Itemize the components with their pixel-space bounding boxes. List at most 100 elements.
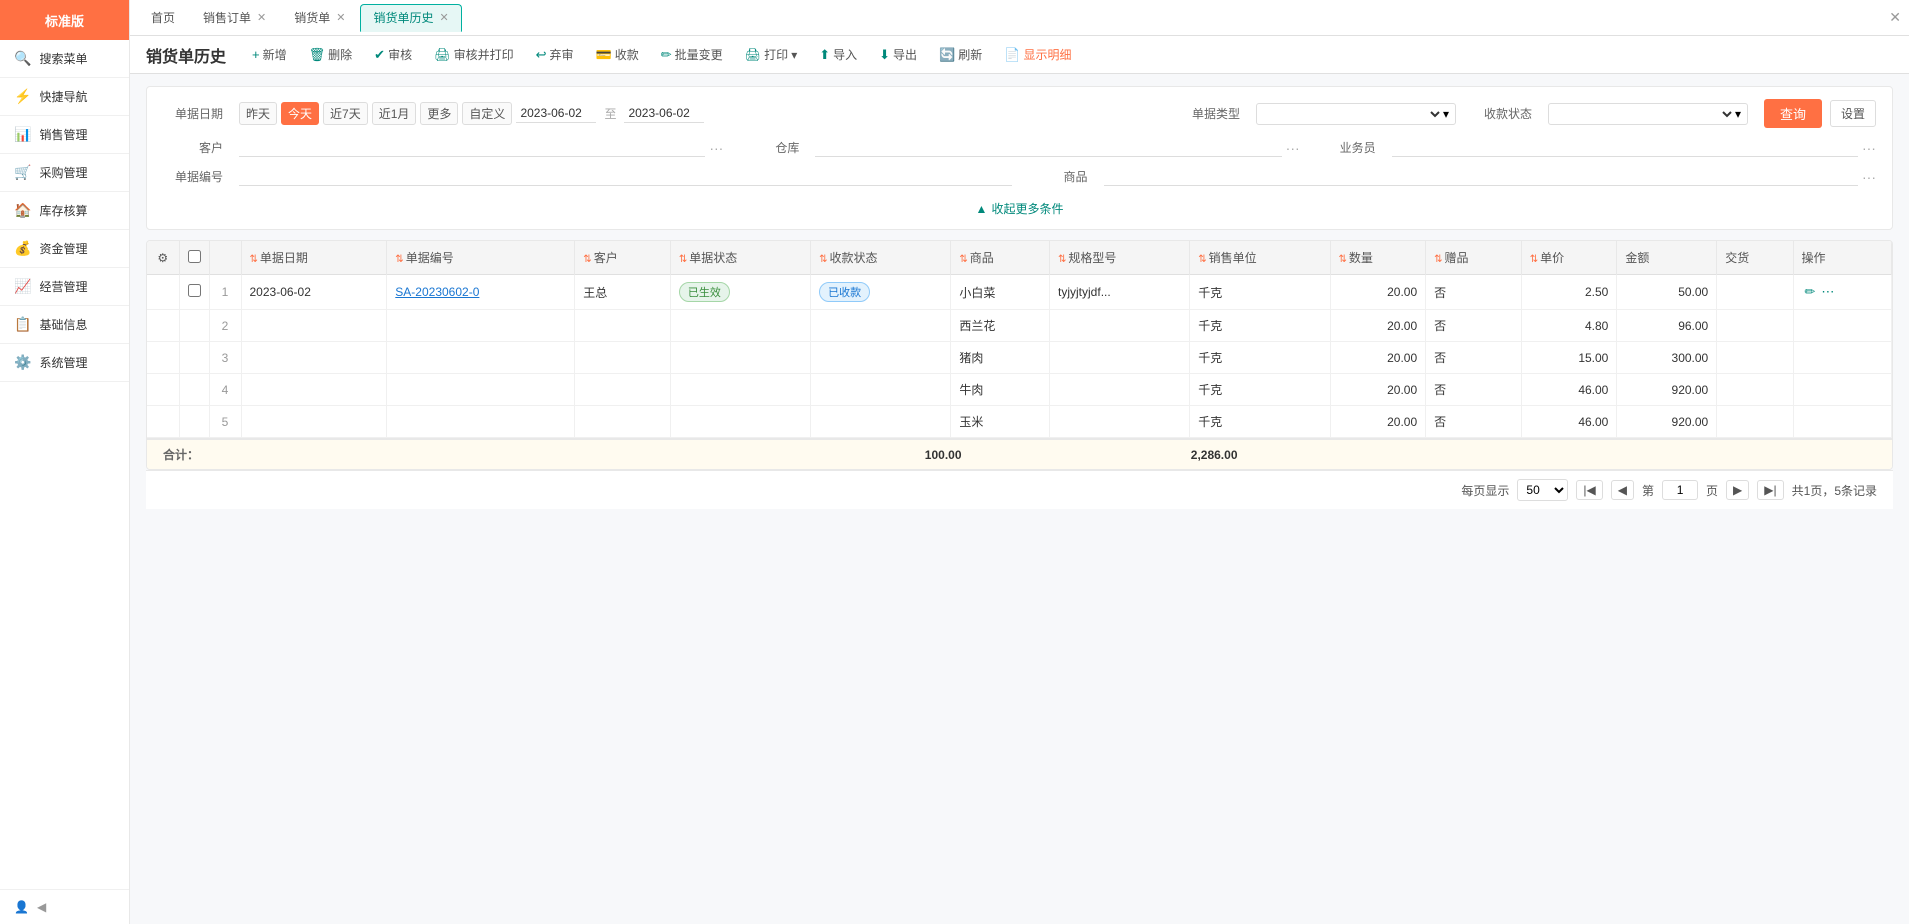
tab-close-all[interactable]: ✕ [1889,9,1901,26]
pay-status-select[interactable] [1555,106,1735,122]
last-page-button[interactable]: ▶| [1757,480,1783,500]
row-checkbox[interactable] [179,374,209,406]
col-gear[interactable]: ⚙ [147,241,179,275]
col-pay-status[interactable]: ⇅收款状态 [811,241,951,275]
tab-sales-order[interactable]: 销售订单 ✕ [190,4,279,32]
import-button[interactable]: ⬆ 导入 [811,42,865,67]
col-date[interactable]: ⇅单据日期 [241,241,387,275]
doc-type-select-wrapper[interactable]: ▾ [1256,103,1456,125]
sidebar-item-biz-mgmt[interactable]: 📈 经营管理 [0,268,129,306]
row-no: 3 [209,342,241,374]
sidebar-item-quick-nav[interactable]: ⚡ 快捷导航 [0,78,129,116]
sort-spec-icon: ⇅ [1058,254,1066,265]
edit-action[interactable]: ✏ [1802,284,1819,299]
new-button[interactable]: + 新增 [244,42,295,67]
col-customer[interactable]: ⇅客户 [575,241,671,275]
col-gift[interactable]: ⇅赠品 [1426,241,1522,275]
date-btn-more[interactable]: 更多 [420,102,458,125]
date-from-input[interactable] [516,104,596,123]
sidebar-item-search-menu[interactable]: 🔍 搜索菜单 [0,40,129,78]
warehouse-dots[interactable]: ··· [1286,140,1300,156]
query-button[interactable]: 查询 [1764,99,1822,128]
col-goods[interactable]: ⇅商品 [951,241,1050,275]
row-doc-no[interactable] [387,406,575,438]
row-checkbox[interactable] [179,275,209,310]
sidebar-item-purchase-mgmt[interactable]: 🛒 采购管理 [0,154,129,192]
date-btn-1month[interactable]: 近1月 [372,102,417,125]
row-doc-no[interactable] [387,310,575,342]
goods-input[interactable] [1104,167,1859,186]
tab-home[interactable]: 首页 [138,4,188,32]
row-spec [1050,310,1190,342]
col-action: 操作 [1793,241,1892,275]
sidebar-item-basic-info[interactable]: 📋 基础信息 [0,306,129,344]
row-doc-no[interactable] [387,374,575,406]
date-to-input[interactable] [624,104,704,123]
col-qty[interactable]: ⇅数量 [1330,241,1426,275]
table-row: 5 玉米 千克 20.00 否 46.00 920.00 [147,406,1892,438]
collapse-button[interactable]: ▲ 收起更多条件 [976,200,1064,217]
more-action[interactable]: ⋯ [1818,284,1837,299]
print-dropdown-icon: ▾ [791,48,797,62]
col-doc-no[interactable]: ⇅单据编号 [387,241,575,275]
tab-sales-goods[interactable]: 销货单 ✕ [281,4,358,32]
customer-dots[interactable]: ··· [709,140,723,156]
date-btn-custom[interactable]: 自定义 [462,102,512,125]
page-number-input[interactable] [1662,480,1698,500]
warehouse-input[interactable] [815,138,1281,157]
export-button[interactable]: ⬇ 导出 [871,42,925,67]
next-page-button[interactable]: ▶ [1726,480,1749,500]
goods-dots[interactable]: ··· [1862,169,1876,185]
row-date [241,310,387,342]
doc-type-select[interactable] [1263,106,1443,122]
date-btn-today[interactable]: 今天 [281,102,319,125]
row-doc-no[interactable]: SA-20230602-0 [387,275,575,310]
tab-sales-goods-close[interactable]: ✕ [336,11,345,24]
col-checkbox[interactable] [179,241,209,275]
page-size-select[interactable]: 50 20 100 200 [1517,479,1568,501]
col-doc-status[interactable]: ⇅单据状态 [670,241,810,275]
row-trade [1717,342,1793,374]
sidebar-item-sys-mgmt[interactable]: ⚙️ 系统管理 [0,344,129,382]
row-select-checkbox[interactable] [188,284,201,297]
doc-no-link[interactable]: SA-20230602-0 [395,285,479,299]
sidebar-collapse-icon[interactable]: ◀ [37,900,46,914]
audit-print-button[interactable]: 🖨 审核并打印 [426,42,522,67]
sidebar-item-fund-mgmt[interactable]: 💰 资金管理 [0,230,129,268]
col-spec[interactable]: ⇅规格型号 [1050,241,1190,275]
print-button[interactable]: 🖨 打印 ▾ [737,42,806,67]
salesman-input[interactable] [1392,138,1858,157]
date-btn-yesterday[interactable]: 昨天 [239,102,277,125]
col-price[interactable]: ⇅单价 [1521,241,1617,275]
select-all-checkbox[interactable] [188,250,201,263]
prev-page-button[interactable]: ◀ [1611,480,1634,500]
col-unit[interactable]: ⇅销售单位 [1190,241,1330,275]
settings-button[interactable]: 设置 [1830,100,1876,127]
batch-change-button[interactable]: ✏ 批量变更 [653,42,731,67]
tab-sales-history[interactable]: 销货单历史 ✕ [360,4,461,32]
salesman-dots[interactable]: ··· [1862,140,1876,156]
row-doc-no[interactable] [387,342,575,374]
row-gift: 否 [1426,342,1522,374]
first-page-button[interactable]: |◀ [1576,480,1602,500]
row-checkbox[interactable] [179,406,209,438]
row-checkbox[interactable] [179,310,209,342]
tab-sales-history-close[interactable]: ✕ [440,11,449,24]
audit-button[interactable]: ✔ 审核 [366,42,420,67]
pay-status-select-wrapper[interactable]: ▾ [1548,103,1748,125]
row-goods: 西兰花 [951,310,1050,342]
row-checkbox[interactable] [179,342,209,374]
sidebar-item-inventory-calc[interactable]: 🏠 库存核算 [0,192,129,230]
refresh-button[interactable]: 🔄 刷新 [931,42,990,67]
sidebar-item-sales-mgmt[interactable]: 📊 销售管理 [0,116,129,154]
delete-button[interactable]: 🗑 删除 [301,42,361,67]
collect-button[interactable]: 💳 收款 [588,42,647,67]
tab-sales-order-close[interactable]: ✕ [257,11,266,24]
show-detail-button[interactable]: 📄 显示明细 [996,42,1079,67]
abandon-button[interactable]: ↩ 弃审 [528,42,582,67]
doc-no-input[interactable] [239,167,1012,186]
date-btn-7days[interactable]: 近7天 [323,102,368,125]
customer-input[interactable] [239,138,705,157]
table-row: 4 牛肉 千克 20.00 否 46.00 920.00 [147,374,1892,406]
filter-row-3: 单据编号 商品 ··· [163,167,1876,186]
